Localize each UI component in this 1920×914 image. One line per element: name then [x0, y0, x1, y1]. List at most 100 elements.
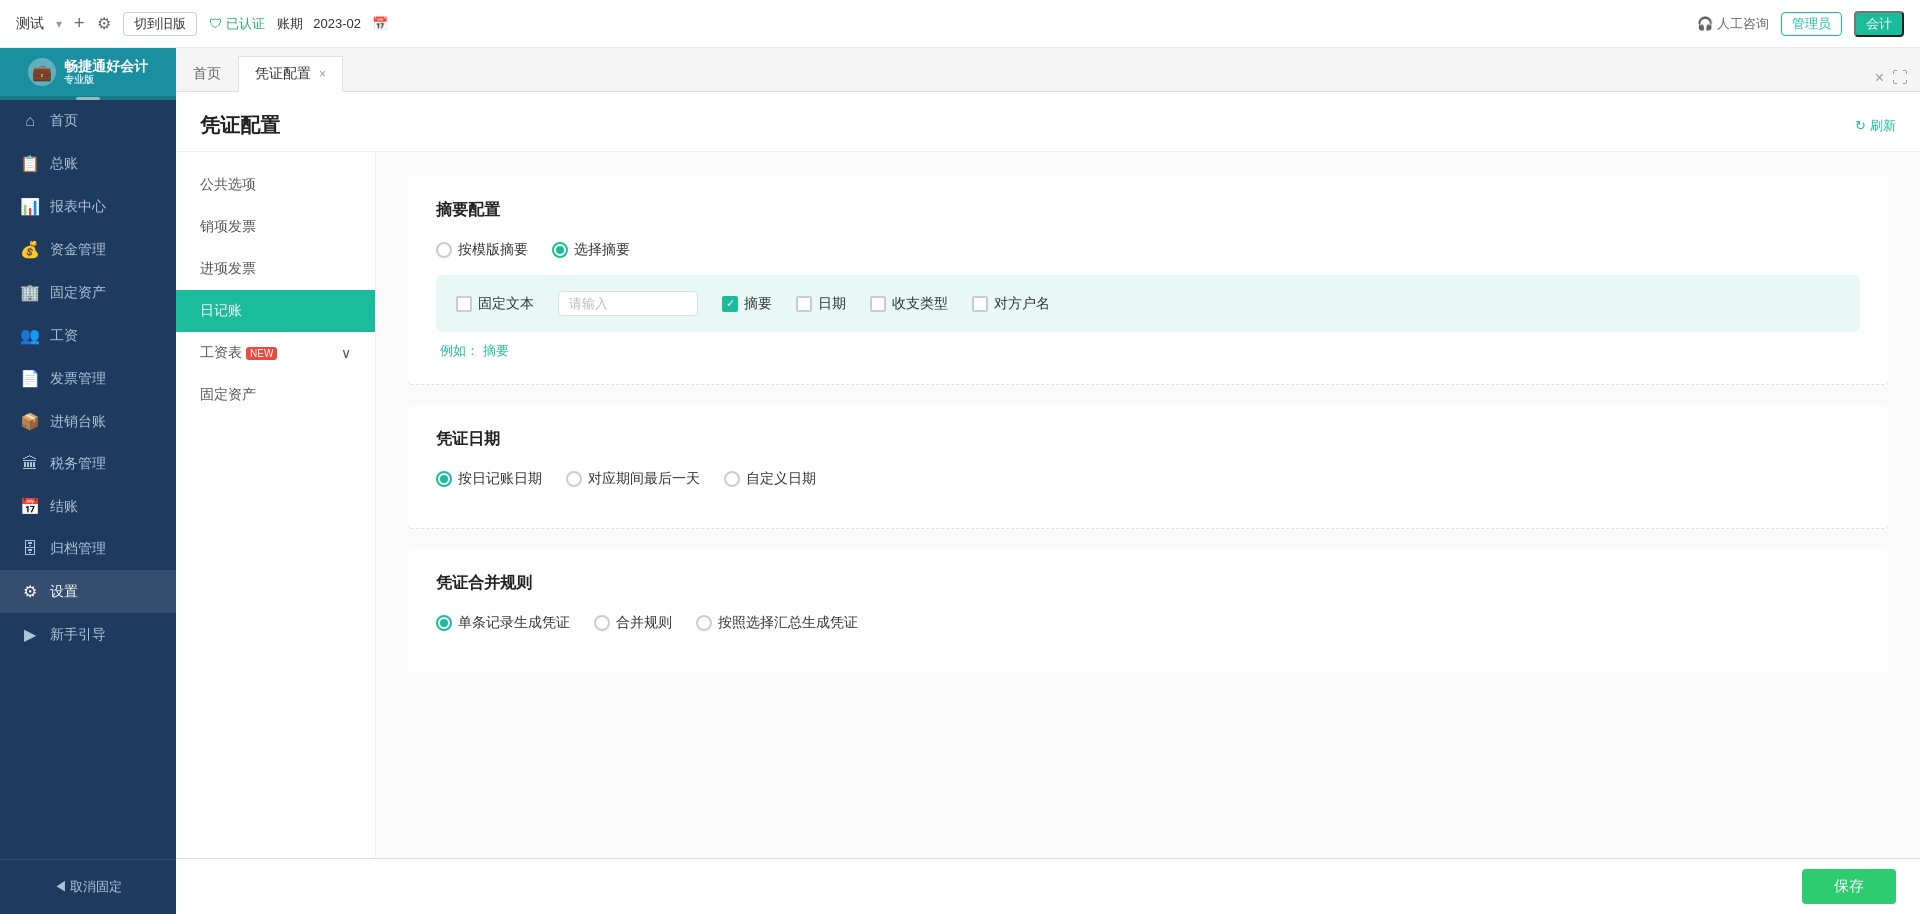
merge-radio-single[interactable]: 单条记录生成凭证: [436, 614, 570, 632]
certified-text: 已认证: [226, 15, 265, 33]
sidebar-item-close[interactable]: 📅 结账: [0, 485, 176, 528]
checkbox-box-summary: ✓: [722, 296, 738, 312]
asset-icon: 🏢: [20, 283, 40, 302]
sidebar-item-guide[interactable]: ▶ 新手引导: [0, 613, 176, 656]
radio-circle-single: [436, 615, 452, 631]
calendar-icon[interactable]: 📅: [372, 16, 388, 31]
checkbox-label-fixed-text: 固定文本: [478, 295, 534, 313]
tab-bar-expand-icon[interactable]: ⛶: [1892, 69, 1908, 87]
archive-icon: 🗄: [20, 540, 40, 558]
radio-label-custom-date: 自定义日期: [746, 470, 816, 488]
date-radio-group: 按日记账日期 对应期间最后一天 自定义日期: [436, 470, 1860, 488]
page-title: 凭证配置: [200, 112, 280, 139]
sidebar-item-fund[interactable]: 💰 资金管理: [0, 228, 176, 271]
sidebar-item-label: 首页: [50, 112, 78, 130]
left-nav: 公共选项 销项发票 进项发票 日记账 工资表 NEW: [176, 152, 376, 858]
date-radio-period-last[interactable]: 对应期间最后一天: [566, 470, 700, 488]
ledger-icon: 📋: [20, 154, 40, 173]
summary-radio-group: 按模版摘要 选择摘要: [436, 241, 1860, 259]
sidebar-item-ledger[interactable]: 📋 总账: [0, 142, 176, 185]
main-layout: 💼 畅捷通好会计 专业版 ⌂ 首页 📋 总账 📊 报表中心: [0, 48, 1920, 914]
sidebar-item-inventory[interactable]: 📦 进销台账: [0, 400, 176, 443]
sidebar-item-label: 进销台账: [50, 413, 106, 431]
content-area: 首页 凭证配置 × × ⛶ 凭证配置 ↻ 刷新: [176, 48, 1920, 914]
checkbox-payment-type[interactable]: 收支类型: [870, 295, 948, 313]
sidebar-item-label: 归档管理: [50, 540, 106, 558]
left-nav-item-purchase-invoice[interactable]: 进项发票: [176, 248, 375, 290]
merge-section: 凭证合并规则 单条记录生成凭证 合并规则: [408, 549, 1888, 672]
period-label: 账期 2023-02 📅: [277, 15, 388, 33]
sidebar-item-invoice[interactable]: 📄 发票管理: [0, 357, 176, 400]
sidebar-item-settings[interactable]: ⚙ 设置: [0, 570, 176, 613]
checkbox-counterpart[interactable]: 对方户名: [972, 295, 1050, 313]
sidebar-item-label: 新手引导: [50, 626, 106, 644]
refresh-button[interactable]: ↻ 刷新: [1855, 117, 1896, 135]
sidebar-item-home[interactable]: ⌂ 首页: [0, 100, 176, 142]
radio-label-select: 选择摘要: [574, 241, 630, 259]
radio-circle-journal-date: [436, 471, 452, 487]
tab-home[interactable]: 首页: [176, 55, 238, 91]
left-nav-item-payroll-table[interactable]: 工资表 NEW ∨: [176, 332, 375, 374]
invoice-icon: 📄: [20, 369, 40, 388]
page-header: 凭证配置 ↻ 刷新: [176, 92, 1920, 152]
sidebar-item-report[interactable]: 📊 报表中心: [0, 185, 176, 228]
payroll-icon: 👥: [20, 326, 40, 345]
right-content: 摘要配置 按模版摘要 选择摘要: [376, 152, 1920, 858]
save-button[interactable]: 保存: [1802, 869, 1896, 904]
old-version-button[interactable]: 切到旧版: [123, 12, 197, 36]
settings-icon[interactable]: ⚙: [97, 14, 111, 33]
radio-circle-merge-rule: [594, 615, 610, 631]
sidebar-item-payroll[interactable]: 👥 工资: [0, 314, 176, 357]
summary-radio-template[interactable]: 按模版摘要: [436, 241, 528, 259]
checkbox-label-counterpart: 对方户名: [994, 295, 1050, 313]
company-name: 测试: [16, 15, 44, 33]
sidebar-item-label: 发票管理: [50, 370, 106, 388]
summary-radio-select[interactable]: 选择摘要: [552, 241, 630, 259]
service-button[interactable]: 🎧 人工咨询: [1697, 15, 1769, 33]
sidebar-item-label: 总账: [50, 155, 78, 173]
sidebar-item-label: 税务管理: [50, 455, 106, 473]
sidebar-item-tax[interactable]: 🏛 税务管理: [0, 443, 176, 485]
sidebar-item-label: 工资: [50, 327, 78, 345]
merge-radio-rule[interactable]: 合并规则: [594, 614, 672, 632]
date-section: 凭证日期 按日记账日期 对应期间最后一天: [408, 405, 1888, 529]
radio-circle-period-last: [566, 471, 582, 487]
accountant-button[interactable]: 会计: [1854, 11, 1904, 37]
chevron-down-icon: ∨: [341, 345, 351, 361]
checkbox-label-payment-type: 收支类型: [892, 295, 948, 313]
tax-icon: 🏛: [20, 455, 40, 473]
report-icon: 📊: [20, 197, 40, 216]
fixed-text-input[interactable]: [558, 291, 698, 316]
left-nav-item-fixed-assets[interactable]: 固定资产: [176, 374, 375, 416]
radio-label-template: 按模版摘要: [458, 241, 528, 259]
fund-icon: 💰: [20, 240, 40, 259]
merge-radio-select-summary[interactable]: 按照选择汇总生成凭证: [696, 614, 858, 632]
left-nav-item-sales-invoice[interactable]: 销项发票: [176, 206, 375, 248]
checkbox-box-fixed-text: [456, 296, 472, 312]
date-radio-journal[interactable]: 按日记账日期: [436, 470, 542, 488]
left-nav-item-public[interactable]: 公共选项: [176, 164, 375, 206]
left-nav-item-journal[interactable]: 日记账: [176, 290, 375, 332]
unpin-button[interactable]: ◀ 取消固定: [0, 870, 176, 904]
radio-label-merge-rule: 合并规则: [616, 614, 672, 632]
inner-layout: 公共选项 销项发票 进项发票 日记账 工资表 NEW: [176, 152, 1920, 858]
checkbox-date[interactable]: 日期: [796, 295, 846, 313]
radio-label-journal-date: 按日记账日期: [458, 470, 542, 488]
tab-voucher-config[interactable]: 凭证配置 ×: [238, 56, 343, 92]
page-content: 凭证配置 ↻ 刷新 公共选项 销项发票 进项发票: [176, 92, 1920, 858]
checkbox-summary[interactable]: ✓ 摘要: [722, 295, 772, 313]
admin-button[interactable]: 管理员: [1781, 12, 1842, 36]
tab-bar-close-icon[interactable]: ×: [1875, 69, 1884, 87]
sidebar-item-asset[interactable]: 🏢 固定资产: [0, 271, 176, 314]
tab-close-icon[interactable]: ×: [319, 67, 326, 81]
tab-voucher-config-label: 凭证配置: [255, 65, 311, 83]
company-dropdown-icon[interactable]: ▾: [56, 17, 62, 31]
tab-home-label: 首页: [193, 65, 221, 83]
checkbox-box-payment-type: [870, 296, 886, 312]
radio-circle-template: [436, 242, 452, 258]
sidebar-item-archive[interactable]: 🗄 归档管理: [0, 528, 176, 570]
date-radio-custom[interactable]: 自定义日期: [724, 470, 816, 488]
new-badge: NEW: [246, 347, 277, 360]
checkbox-fixed-text[interactable]: 固定文本: [456, 295, 534, 313]
add-company-icon[interactable]: +: [74, 13, 85, 34]
